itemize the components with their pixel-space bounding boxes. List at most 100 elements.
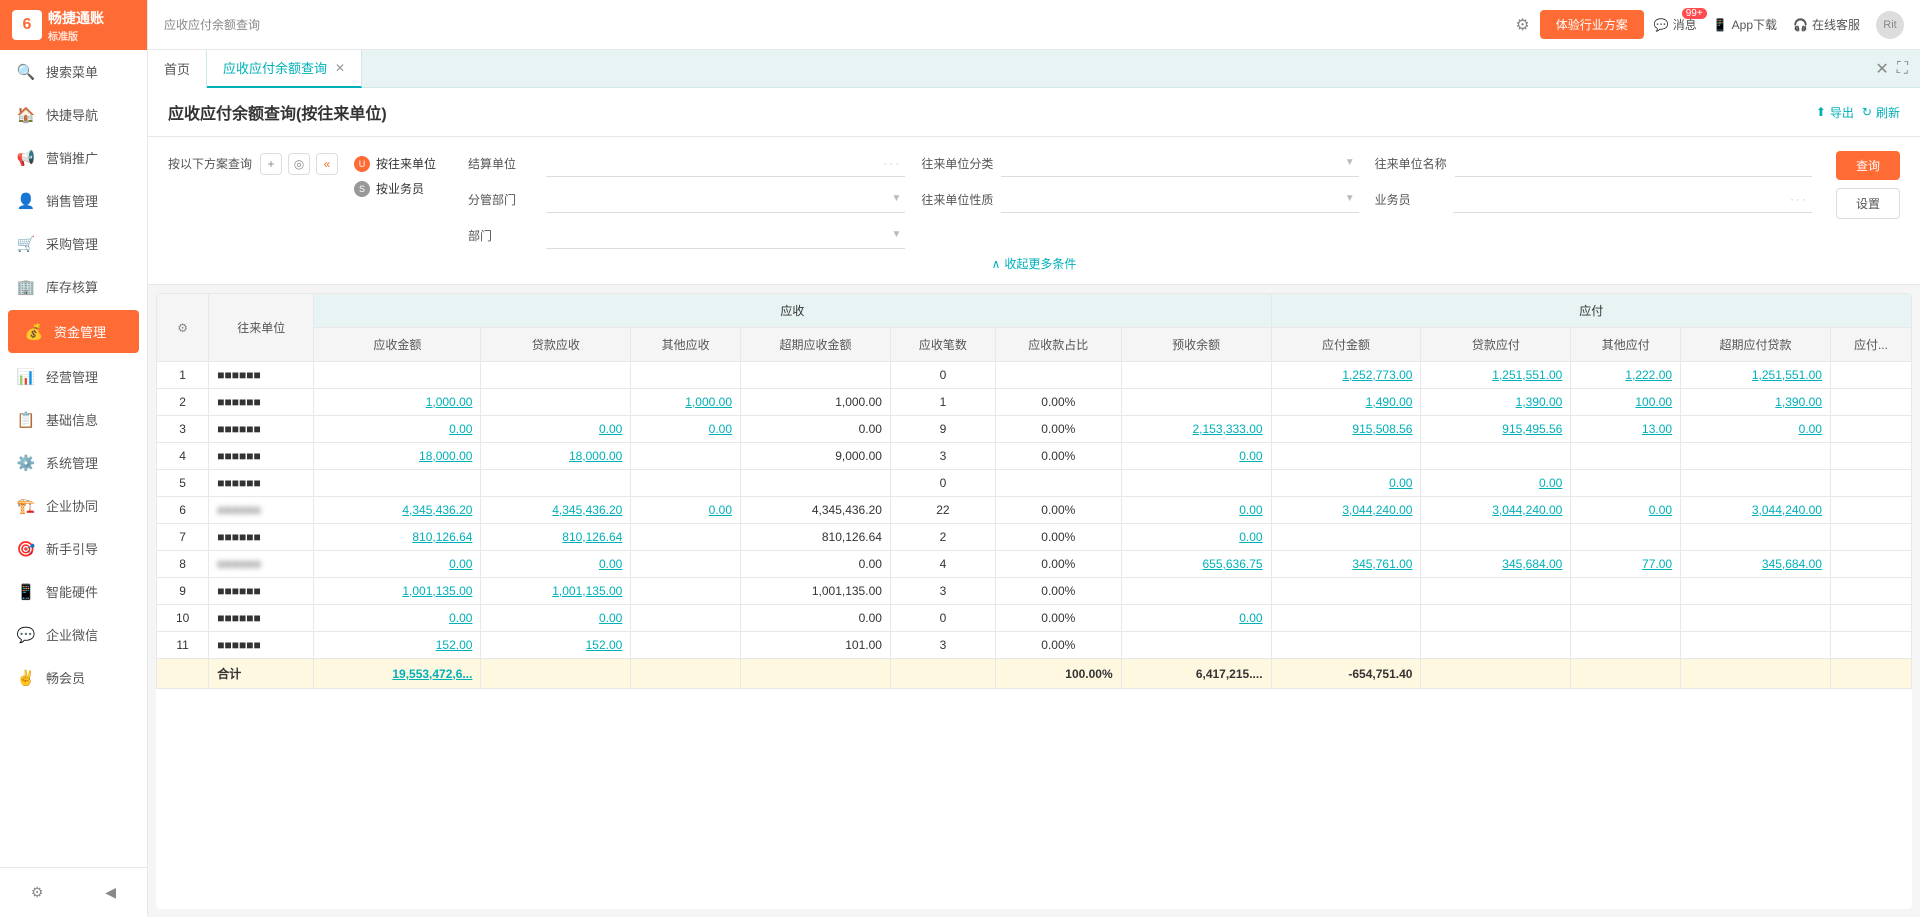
sidebar-item-inventory[interactable]: 🏢 库存核算 <box>0 265 147 308</box>
sidebar-item-member[interactable]: ✌️ 畅会员 <box>0 656 147 699</box>
dept-input[interactable]: ▼ <box>546 221 905 249</box>
table-settings-icon[interactable]: ⚙ <box>177 321 188 335</box>
footer-ar-total[interactable]: 19,553,472,6... <box>314 659 481 689</box>
service-button[interactable]: 🎧 在线客服 <box>1793 16 1860 33</box>
salesman-input[interactable]: ··· <box>1453 185 1812 213</box>
table-cell[interactable]: 655,636.75 <box>1121 551 1271 578</box>
table-cell[interactable]: 4,345,436.20 <box>314 497 481 524</box>
table-cell <box>481 470 631 497</box>
sidebar-item-label: 企业微信 <box>46 625 98 644</box>
user-menu-button[interactable]: Rit <box>1876 11 1904 39</box>
table-cell[interactable]: 2,153,333.00 <box>1121 416 1271 443</box>
table-cell[interactable]: 4,345,436.20 <box>481 497 631 524</box>
app-download-button[interactable]: 📱 App下载 <box>1713 16 1777 33</box>
table-cell[interactable]: 915,495.56 <box>1421 416 1571 443</box>
table-cell[interactable]: 345,761.00 <box>1271 551 1421 578</box>
table-cell[interactable]: 0.00 <box>314 416 481 443</box>
table-cell[interactable]: 1,252,773.00 <box>1271 362 1421 389</box>
sidebar-item-search[interactable]: 🔍 搜索菜单 <box>0 50 147 93</box>
settlement-unit-input[interactable]: ··· <box>546 149 905 177</box>
settings-th[interactable]: ⚙ <box>157 294 209 362</box>
header-settings-icon[interactable]: ⚙ <box>1515 15 1529 35</box>
table-cell[interactable]: 345,684.00 <box>1681 551 1831 578</box>
sidebar-item-purchase[interactable]: 🛒 采购管理 <box>0 222 147 265</box>
table-cell[interactable]: 0.00 <box>314 551 481 578</box>
tab-fullscreen-icon[interactable]: ⛶ <box>1897 60 1908 78</box>
table-cell[interactable]: 0.00 <box>481 551 631 578</box>
collapse-bar[interactable]: ∧ 收起更多条件 <box>168 249 1900 272</box>
unit-category-input[interactable]: ▼ <box>1001 149 1358 177</box>
edit-scheme-icon[interactable]: ◎ <box>288 153 310 175</box>
table-cell[interactable]: 3,044,240.00 <box>1681 497 1831 524</box>
export-button[interactable]: ⬆ 导出 <box>1816 104 1854 121</box>
table-cell[interactable]: 810,126.64 <box>481 524 631 551</box>
table-cell[interactable]: 18,000.00 <box>481 443 631 470</box>
table-cell[interactable]: 1,390.00 <box>1681 389 1831 416</box>
sidebar-item-operation[interactable]: 📊 经营管理 <box>0 355 147 398</box>
sidebar-item-guide[interactable]: 🎯 新手引导 <box>0 527 147 570</box>
table-cell[interactable]: 0.00 <box>1421 470 1571 497</box>
query-button[interactable]: 查询 <box>1836 151 1900 180</box>
table-cell[interactable]: 0.00 <box>481 416 631 443</box>
sidebar-collapse-btn[interactable]: ◀︎ <box>97 876 124 909</box>
table-cell[interactable]: 100.00 <box>1571 389 1681 416</box>
table-cell[interactable]: 0.00 <box>1121 605 1271 632</box>
table-cell[interactable]: 1,001,135.00 <box>481 578 631 605</box>
sidebar-item-basic[interactable]: 📋 基础信息 <box>0 398 147 441</box>
sidebar-item-marketing[interactable]: 📢 营销推广 <box>0 136 147 179</box>
table-cell[interactable]: 1,390.00 <box>1421 389 1571 416</box>
table-cell[interactable]: 1,251,551.00 <box>1681 362 1831 389</box>
table-cell <box>1830 524 1911 551</box>
table-cell[interactable]: 0.00 <box>481 605 631 632</box>
sidebar-item-sales[interactable]: 👤 销售管理 <box>0 179 147 222</box>
refresh-button[interactable]: ↻ 刷新 <box>1862 104 1900 121</box>
tab-home[interactable]: 首页 <box>148 50 207 88</box>
unit-nature-input[interactable]: ▼ <box>1001 185 1358 213</box>
table-cell[interactable]: 77.00 <box>1571 551 1681 578</box>
add-scheme-icon[interactable]: + <box>260 153 282 175</box>
table-cell[interactable]: 3,044,240.00 <box>1421 497 1571 524</box>
table-cell[interactable]: 0.00 <box>631 497 741 524</box>
table-cell[interactable]: 0.00 <box>1571 497 1681 524</box>
sidebar-item-system[interactable]: ⚙️ 系统管理 <box>0 441 147 484</box>
sidebar-item-enterprise[interactable]: 🏗️ 企业协同 <box>0 484 147 527</box>
table-cell[interactable]: 1,000.00 <box>314 389 481 416</box>
table-cell[interactable]: 0.00 <box>1271 470 1421 497</box>
table-cell <box>1421 524 1571 551</box>
table-cell[interactable]: 915,508.56 <box>1271 416 1421 443</box>
scheme-by-staff[interactable]: S 按业务员 <box>346 176 444 201</box>
table-cell[interactable]: 1,001,135.00 <box>314 578 481 605</box>
table-cell[interactable]: 1,490.00 <box>1271 389 1421 416</box>
table-cell[interactable]: 13.00 <box>1571 416 1681 443</box>
table-cell[interactable]: 152.00 <box>314 632 481 659</box>
sidebar-item-funds[interactable]: 💰 资金管理 <box>8 310 139 353</box>
table-cell[interactable]: 0.00 <box>1121 443 1271 470</box>
sidebar-settings-btn[interactable]: ⚙ <box>23 876 52 909</box>
table-cell[interactable]: 1,251,551.00 <box>1421 362 1571 389</box>
table-cell[interactable]: 18,000.00 <box>314 443 481 470</box>
table-cell[interactable]: 0.00 <box>1681 416 1831 443</box>
table-cell[interactable]: 1,000.00 <box>631 389 741 416</box>
scheme-by-unit[interactable]: U 按往来单位 <box>346 151 444 176</box>
table-cell[interactable]: 0.00 <box>314 605 481 632</box>
sidebar-item-quicknav[interactable]: 🏠 快捷导航 <box>0 93 147 136</box>
tab-close-icon[interactable]: ✕ <box>335 61 345 75</box>
setting-button[interactable]: 设置 <box>1836 188 1900 219</box>
table-cell[interactable]: 0.00 <box>631 416 741 443</box>
table-cell[interactable]: 1,222.00 <box>1571 362 1681 389</box>
table-cell[interactable]: 810,126.64 <box>314 524 481 551</box>
solution-button[interactable]: 体验行业方案 <box>1540 10 1644 39</box>
unit-name-input[interactable] <box>1455 149 1812 177</box>
sidebar-item-wechat[interactable]: 💬 企业微信 <box>0 613 147 656</box>
tab-close-window-icon[interactable]: ✕ <box>1875 59 1888 79</box>
table-cell[interactable]: 0.00 <box>1121 497 1271 524</box>
table-cell[interactable]: 3,044,240.00 <box>1271 497 1421 524</box>
message-button[interactable]: 💬 消息 99+ <box>1654 16 1697 33</box>
collapse-scheme-icon[interactable]: « <box>316 153 338 175</box>
tab-arquery[interactable]: 应收应付余额查询 ✕ <box>207 50 362 88</box>
table-cell[interactable]: 152.00 <box>481 632 631 659</box>
table-cell[interactable]: 345,684.00 <box>1421 551 1571 578</box>
dept-manage-input[interactable]: ▼ <box>546 185 905 213</box>
table-cell[interactable]: 0.00 <box>1121 524 1271 551</box>
sidebar-item-hardware[interactable]: 📱 智能硬件 <box>0 570 147 613</box>
